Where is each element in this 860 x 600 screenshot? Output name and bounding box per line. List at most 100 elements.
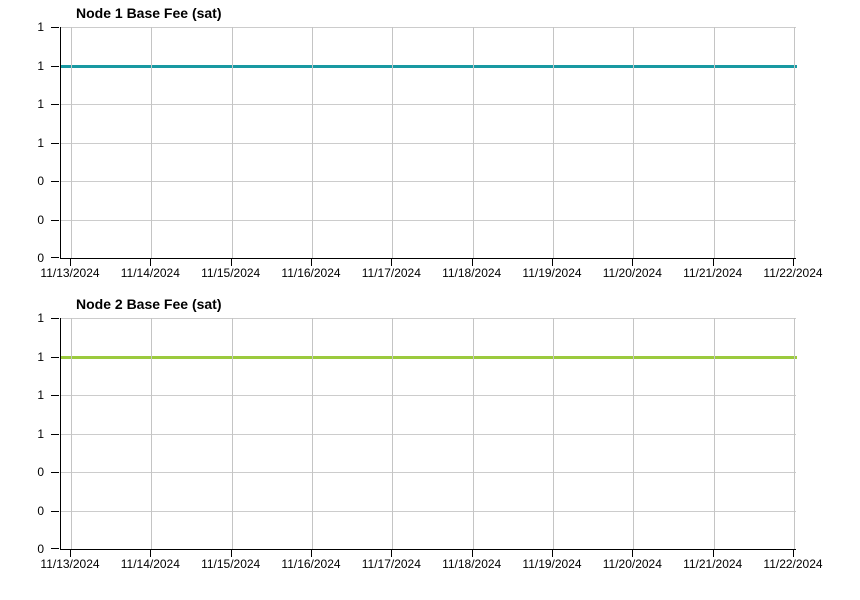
x-gridline	[151, 318, 153, 549]
x-tick-label: 11/20/2024	[602, 266, 662, 280]
x-axis-tick	[793, 259, 794, 266]
x-axis-tick	[712, 550, 714, 557]
x-gridline	[633, 27, 635, 258]
x-tick-label: 11/15/2024	[201, 557, 261, 571]
x-gridline	[794, 27, 795, 258]
y-tick-label: 1	[37, 20, 44, 34]
x-axis-tick	[712, 259, 714, 266]
y-axis-tick	[51, 104, 59, 105]
y-tick-label: 0	[37, 542, 44, 556]
y-gridline	[61, 395, 796, 396]
x-tick-label: 11/18/2024	[442, 557, 502, 571]
y-gridline	[61, 433, 796, 435]
chart-node-1-base-fee: Node 1 Base Fee (sat) 1 1 1 1 0 0 0 11/13/2024 1…	[0, 0, 860, 291]
x-gridline	[553, 27, 554, 258]
y-axis-tick	[51, 181, 59, 182]
x-axis-tick	[391, 550, 393, 557]
x-gridline	[794, 318, 795, 549]
x-gridline	[71, 27, 72, 258]
y-gridline	[61, 104, 796, 105]
y-axis-tick	[51, 433, 59, 435]
y-tick-label: 0	[37, 465, 44, 479]
x-gridline	[713, 27, 715, 258]
x-axis-tick	[70, 259, 71, 266]
x-tick-label: 11/21/2024	[683, 266, 743, 280]
x-tick-label: 11/21/2024	[683, 557, 743, 571]
x-axis-tick	[391, 259, 393, 266]
x-gridline	[312, 27, 313, 258]
x-gridline	[472, 318, 474, 549]
x-axis-tick	[311, 550, 312, 557]
x-gridline	[472, 27, 474, 258]
x-axis-tick	[552, 550, 553, 557]
y-axis-tick	[51, 472, 59, 473]
x-tick-label: 11/18/2024	[442, 266, 502, 280]
y-tick-label: 0	[37, 251, 44, 265]
x-gridline	[231, 318, 233, 549]
y-axis-tick	[51, 27, 59, 28]
y-gridline	[61, 27, 796, 28]
y-axis-tick	[51, 257, 59, 258]
x-gridline	[633, 318, 635, 549]
x-gridline	[151, 27, 153, 258]
chart-title: Node 2 Base Fee (sat)	[76, 296, 222, 312]
y-tick-label: 1	[37, 426, 44, 441]
x-tick-label: 11/13/2024	[40, 557, 100, 571]
series-line-node-1-base-fee	[61, 64, 797, 68]
y-tick-label: 0	[37, 503, 44, 518]
y-gridline	[61, 181, 796, 182]
x-gridline	[392, 318, 394, 549]
x-axis-tick	[150, 259, 152, 266]
y-gridline	[61, 510, 796, 512]
chart-node-2-base-fee: Node 2 Base Fee (sat) 1 1 1 1 0 0 0 11/13/2024 1…	[0, 291, 860, 582]
y-axis-tick	[51, 142, 59, 144]
plot-area	[60, 27, 797, 259]
x-axis-tick	[471, 259, 473, 266]
x-axis-tick	[632, 550, 634, 557]
y-tick-label: 1	[37, 311, 44, 325]
y-axis-tick	[51, 65, 59, 67]
x-gridline	[713, 318, 715, 549]
x-axis-tick	[70, 550, 71, 557]
x-axis-tick	[230, 550, 232, 557]
plot-area	[60, 318, 797, 550]
x-axis-tick	[150, 550, 152, 557]
x-axis-tick	[552, 259, 553, 266]
x-tick-label: 11/17/2024	[361, 266, 421, 280]
x-gridline	[71, 318, 72, 549]
x-axis-tick	[230, 259, 232, 266]
x-gridline	[312, 318, 313, 549]
y-tick-label: 1	[37, 135, 44, 150]
x-tick-label: 11/19/2024	[522, 266, 582, 280]
x-gridline	[553, 318, 554, 549]
charts-dashboard: Node 1 Base Fee (sat) 1 1 1 1 0 0 0 11/13/2024 1…	[0, 0, 860, 600]
x-tick-label: 11/17/2024	[361, 557, 421, 571]
x-tick-label: 11/16/2024	[281, 266, 341, 280]
y-tick-label: 1	[37, 388, 44, 402]
x-tick-label: 11/19/2024	[522, 557, 582, 571]
y-axis-tick	[51, 356, 59, 358]
x-axis-tick	[471, 550, 473, 557]
x-gridline	[231, 27, 233, 258]
y-tick-label: 0	[37, 212, 44, 227]
x-tick-label: 11/22/2024	[763, 557, 823, 571]
x-axis-tick	[793, 550, 794, 557]
x-tick-label: 11/15/2024	[201, 266, 261, 280]
y-axis-tick	[51, 510, 59, 512]
x-tick-label: 11/20/2024	[602, 557, 662, 571]
chart-title: Node 1 Base Fee (sat)	[76, 5, 222, 21]
x-tick-label: 11/14/2024	[120, 557, 180, 571]
y-gridline	[61, 219, 796, 221]
y-axis-tick	[51, 395, 59, 396]
y-gridline	[61, 142, 796, 144]
y-tick-label: 1	[37, 58, 44, 73]
x-gridline	[392, 27, 394, 258]
x-tick-label: 11/14/2024	[120, 266, 180, 280]
x-axis-tick	[632, 259, 634, 266]
x-tick-label: 11/13/2024	[40, 266, 100, 280]
y-tick-label: 1	[37, 349, 44, 364]
y-axis-tick	[51, 548, 59, 549]
y-axis-tick	[51, 219, 59, 221]
x-axis-tick	[311, 259, 312, 266]
y-gridline	[61, 472, 796, 473]
